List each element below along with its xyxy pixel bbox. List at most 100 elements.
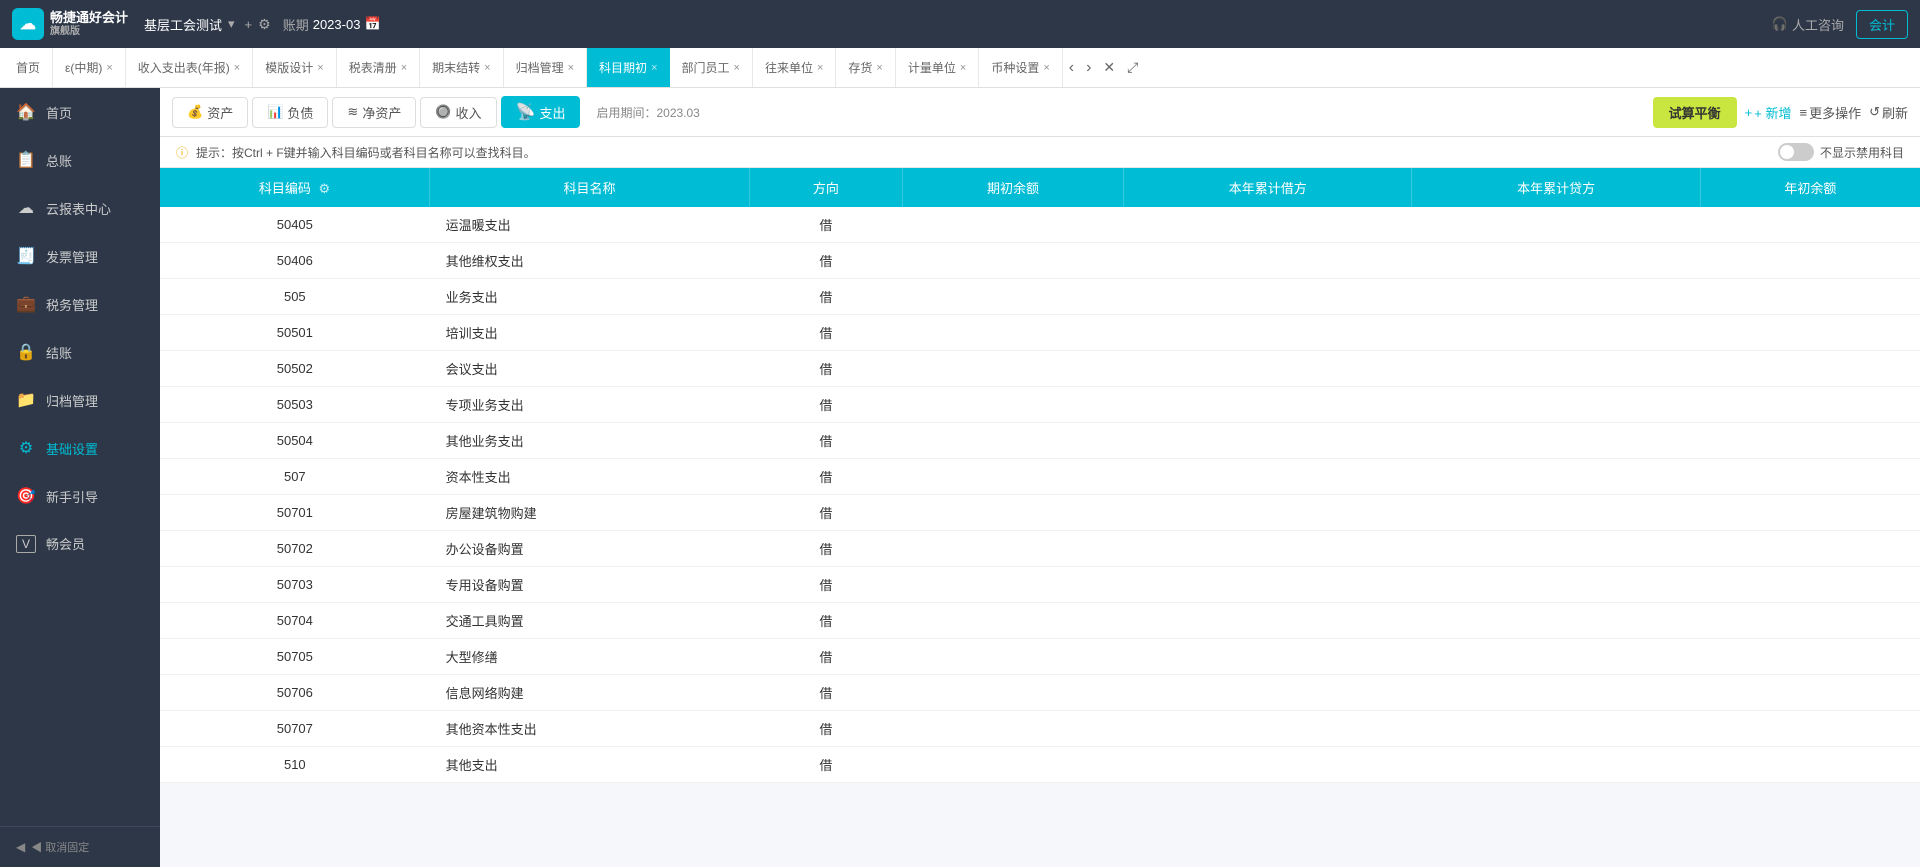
sidebar-collapse-button[interactable]: ◀ ◀ 取消固定: [0, 826, 160, 867]
cell-code: 510: [160, 747, 430, 783]
tab-close-income-report[interactable]: ×: [234, 62, 240, 74]
tab-next-button[interactable]: ›: [1080, 59, 1097, 77]
cell-year-opening: [1700, 495, 1920, 531]
sidebar-item-home[interactable]: 🏠 首页: [0, 88, 160, 136]
info-icon: ⓘ: [176, 144, 188, 161]
tab-close-unit[interactable]: ×: [960, 62, 966, 74]
table-row[interactable]: 50705 大型修缮 借: [160, 639, 1920, 675]
tab-period-close[interactable]: 期末结转 ×: [420, 48, 503, 87]
tab-home[interactable]: 首页: [4, 48, 53, 87]
tab-close-all-button[interactable]: ✕: [1097, 59, 1121, 76]
tab-archive[interactable]: 归档管理 ×: [504, 48, 587, 87]
tab-close-tax[interactable]: ×: [401, 62, 407, 74]
table-row[interactable]: 50504 其他业务支出 借: [160, 423, 1920, 459]
tab-tax-list[interactable]: 税表清册 ×: [337, 48, 420, 87]
sidebar-label-settings: 基础设置: [46, 439, 98, 458]
cell-year-opening: [1700, 603, 1920, 639]
cell-direction: 借: [749, 495, 902, 531]
cell-name: 其他业务支出: [430, 423, 750, 459]
sidebar-item-close[interactable]: 🔒 结账: [0, 328, 160, 376]
sub-tab-expense[interactable]: 📡 支出: [501, 96, 581, 128]
cell-code: 50703: [160, 567, 430, 603]
cell-ytd-credit: [1412, 315, 1700, 351]
tab-inventory[interactable]: 存货 ×: [836, 48, 895, 87]
account-button[interactable]: 会计: [1856, 10, 1908, 39]
refresh-icon: ↺: [1869, 104, 1880, 120]
calc-balance-button[interactable]: 试算平衡: [1653, 97, 1737, 128]
cell-direction: 借: [749, 207, 902, 243]
table-row[interactable]: 50703 专用设备购置 借: [160, 567, 1920, 603]
tab-close-period-close[interactable]: ×: [484, 62, 490, 74]
sub-tab-liability[interactable]: 📊 负债: [252, 97, 328, 128]
ledger-icon: 📋: [16, 150, 36, 170]
table-row[interactable]: 50707 其他资本性支出 借: [160, 711, 1920, 747]
more-actions-button[interactable]: ≡ 更多操作: [1799, 103, 1861, 122]
add-project-icon[interactable]: +: [245, 17, 253, 32]
cell-ytd-credit: [1412, 603, 1700, 639]
table-row[interactable]: 50406 其他维权支出 借: [160, 243, 1920, 279]
cell-ytd-debit: [1123, 639, 1411, 675]
sidebar-item-reports[interactable]: ☁ 云报表中心: [0, 184, 160, 232]
sub-tab-income[interactable]: 🔘 收入: [420, 97, 496, 128]
table-row[interactable]: 510 其他支出 借: [160, 747, 1920, 783]
cell-ytd-debit: [1123, 603, 1411, 639]
cell-opening-balance: [903, 351, 1124, 387]
table-row[interactable]: 50503 专项业务支出 借: [160, 387, 1920, 423]
tab-close-subject[interactable]: ×: [651, 62, 657, 74]
table-body: 50405 运温暖支出 借 50406 其他维权支出 借 505 业务支出 借: [160, 207, 1920, 783]
tab-department[interactable]: 部门员工 ×: [670, 48, 753, 87]
cell-year-opening: [1700, 675, 1920, 711]
add-button[interactable]: + + 新增: [1745, 103, 1792, 122]
sub-tab-asset[interactable]: 💰 资产: [172, 97, 248, 128]
table-row[interactable]: 50706 信息网络购建 借: [160, 675, 1920, 711]
table-row[interactable]: 50501 培训支出 借: [160, 315, 1920, 351]
sidebar-item-ledger[interactable]: 📋 总账: [0, 136, 160, 184]
tab-close-template[interactable]: ×: [317, 62, 323, 74]
project-name[interactable]: 基层工会测试 ▾ + ⚙: [144, 15, 271, 34]
subjects-table: 科目编码 ⚙ 科目名称 方向 期初余额 本年累计借方 本年累计贷方 年初余额 5…: [160, 168, 1920, 783]
sidebar-item-settings[interactable]: ⚙ 基础设置: [0, 424, 160, 472]
toggle-disabled-subjects[interactable]: [1778, 143, 1814, 161]
tab-contacts[interactable]: 往来单位 ×: [753, 48, 836, 87]
sidebar-item-member[interactable]: V 畅会员: [0, 520, 160, 567]
tab-close-inventory[interactable]: ×: [876, 62, 882, 74]
tab-midterm[interactable]: ε(中期) ×: [53, 48, 126, 87]
tab-template-design[interactable]: 模版设计 ×: [253, 48, 336, 87]
tab-prev-button[interactable]: ‹: [1063, 59, 1080, 77]
sidebar-item-invoice[interactable]: 🧾 发票管理: [0, 232, 160, 280]
table-row[interactable]: 50405 运温暖支出 借: [160, 207, 1920, 243]
logo-sub: 旗舰版: [50, 26, 128, 38]
close-books-icon: 🔒: [16, 342, 36, 362]
settings-icon[interactable]: ⚙: [258, 16, 271, 33]
cell-year-opening: [1700, 459, 1920, 495]
data-table-wrapper[interactable]: 科目编码 ⚙ 科目名称 方向 期初余额 本年累计借方 本年累计贷方 年初余额 5…: [160, 168, 1920, 867]
tab-maximize-button[interactable]: ⤢: [1121, 59, 1144, 76]
member-icon: V: [16, 535, 36, 553]
tab-currency[interactable]: 币种设置 ×: [979, 48, 1062, 87]
refresh-button[interactable]: ↺ 刷新: [1869, 103, 1908, 122]
tab-subject-initial[interactable]: 科目期初 ×: [587, 48, 669, 87]
sidebar-item-archive[interactable]: 📁 归档管理: [0, 376, 160, 424]
cell-ytd-credit: [1412, 495, 1700, 531]
tab-close-contacts[interactable]: ×: [817, 62, 823, 74]
table-row[interactable]: 50502 会议支出 借: [160, 351, 1920, 387]
sidebar-label-ledger: 总账: [46, 151, 72, 170]
tab-income-report[interactable]: 收入支出表(年报) ×: [126, 48, 253, 87]
sub-tab-equity[interactable]: ≋ 净资产: [332, 97, 416, 128]
table-row[interactable]: 507 资本性支出 借: [160, 459, 1920, 495]
tab-unit[interactable]: 计量单位 ×: [896, 48, 979, 87]
table-row[interactable]: 50702 办公设备购置 借: [160, 531, 1920, 567]
tab-close-midterm[interactable]: ×: [106, 62, 112, 74]
tab-close-currency[interactable]: ×: [1043, 62, 1049, 74]
column-settings-icon[interactable]: ⚙: [319, 181, 331, 196]
sidebar-item-tax[interactable]: 💼 税务管理: [0, 280, 160, 328]
tab-close-archive[interactable]: ×: [568, 62, 574, 74]
cell-name: 专用设备购置: [430, 567, 750, 603]
table-row[interactable]: 50701 房屋建筑物购建 借: [160, 495, 1920, 531]
table-row[interactable]: 50704 交通工具购置 借: [160, 603, 1920, 639]
support-button[interactable]: 🎧 人工咨询: [1772, 15, 1844, 34]
sidebar-item-guide[interactable]: 🎯 新手引导: [0, 472, 160, 520]
table-row[interactable]: 505 业务支出 借: [160, 279, 1920, 315]
cell-name: 会议支出: [430, 351, 750, 387]
tab-close-dept[interactable]: ×: [734, 62, 740, 74]
